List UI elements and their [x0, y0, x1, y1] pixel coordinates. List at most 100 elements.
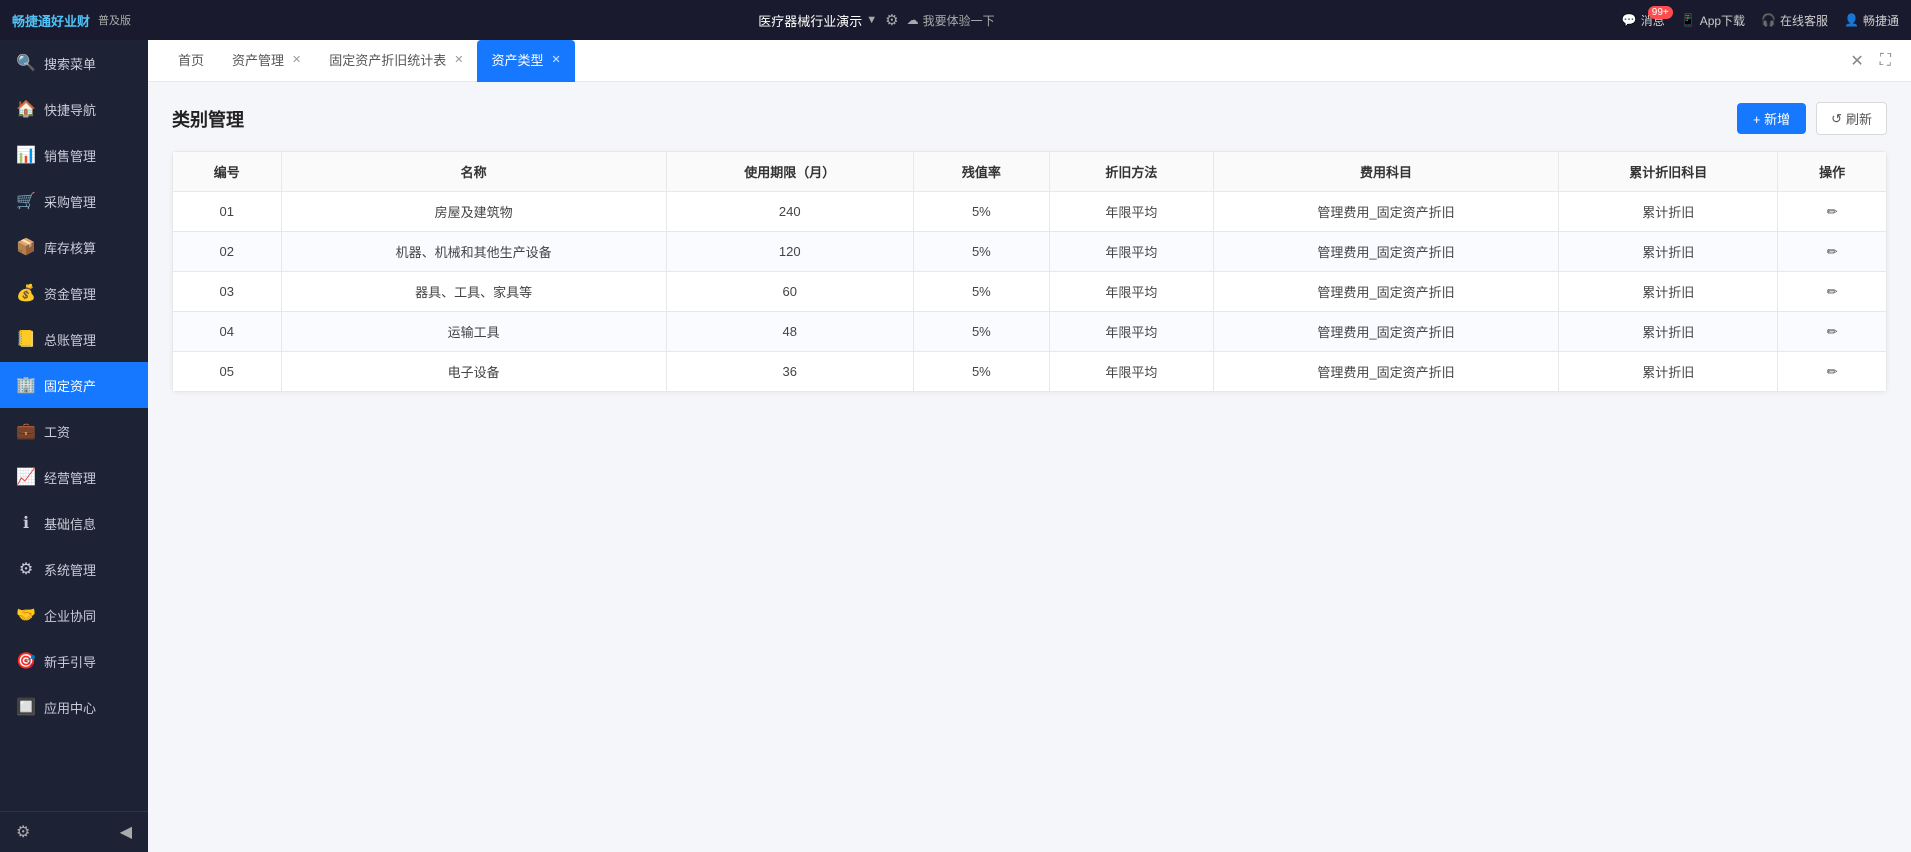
- table-row: 04运输工具485%年限平均管理费用_固定资产折旧累计折旧✏: [173, 312, 1887, 352]
- page-content: 类别管理 + 新增 ↺ 刷新 编号名称使用期限（月）残值率折旧方法费用科目累计折…: [148, 82, 1911, 852]
- table-header: 编号名称使用期限（月）残值率折旧方法费用科目累计折旧科目操作: [173, 152, 1887, 192]
- close-tab-button[interactable]: ✕: [1846, 47, 1867, 75]
- sidebar-item-basic-info[interactable]: ℹ 基础信息: [0, 500, 148, 546]
- cell-r4-c5[interactable]: 管理费用_固定资产折旧: [1213, 352, 1558, 392]
- tab-label-asset-type: 资产类型: [491, 50, 543, 69]
- cell-r2-c0[interactable]: 03: [173, 272, 282, 312]
- maximize-button[interactable]: ⛶: [1876, 48, 1895, 74]
- table-body: 01房屋及建筑物2405%年限平均管理费用_固定资产折旧累计折旧✏02机器、机械…: [173, 192, 1887, 392]
- phone-icon: 📱: [1681, 13, 1696, 27]
- cell-r2-c5[interactable]: 管理费用_固定资产折旧: [1213, 272, 1558, 312]
- sidebar-icon-quick-nav: 🏠: [16, 99, 36, 119]
- col-header-3: 残值率: [913, 152, 1049, 192]
- sidebar-bottom: ⚙ ◀: [0, 811, 148, 852]
- company-selector[interactable]: 医疗器械行业演示 ▼: [758, 11, 877, 30]
- app-download-button[interactable]: 📱 App下载: [1681, 12, 1745, 29]
- cell-r3-c6[interactable]: 累计折旧: [1559, 312, 1778, 352]
- cell-r2-c6[interactable]: 累计折旧: [1559, 272, 1778, 312]
- tab-label-home: 首页: [178, 50, 204, 69]
- cell-r3-c5[interactable]: 管理费用_固定资产折旧: [1213, 312, 1558, 352]
- tab-close-depreciation-table[interactable]: ✕: [454, 53, 463, 66]
- sidebar-label-operations: 经营管理: [44, 468, 96, 487]
- cell-r1-c5[interactable]: 管理费用_固定资产折旧: [1213, 232, 1558, 272]
- cell-r0-c5[interactable]: 管理费用_固定资产折旧: [1213, 192, 1558, 232]
- top-bar-right: 💬 消息 99+ 📱 App下载 🎧 在线客服 👤 畅捷通: [1622, 12, 1899, 29]
- tab-home[interactable]: 首页: [164, 40, 218, 82]
- col-header-7: 操作: [1778, 152, 1887, 192]
- cell-r2-c7[interactable]: ✏: [1778, 272, 1887, 312]
- experience-button[interactable]: ☁ 我要体验一下: [907, 12, 995, 29]
- tab-asset-type[interactable]: 资产类型 ✕: [477, 40, 574, 82]
- cell-r3-c7[interactable]: ✏: [1778, 312, 1887, 352]
- app-download-label: App下载: [1700, 12, 1745, 29]
- cell-r4-c0[interactable]: 05: [173, 352, 282, 392]
- message-button[interactable]: 💬 消息 99+: [1622, 12, 1665, 29]
- sidebar-item-payroll[interactable]: 💼 工资: [0, 408, 148, 454]
- cell-r1-c1: 机器、机械和其他生产设备: [281, 232, 666, 272]
- page-header: 类别管理 + 新增 ↺ 刷新: [172, 102, 1887, 135]
- sidebar-collapse-icon[interactable]: ◀: [120, 822, 132, 842]
- cell-r0-c7[interactable]: ✏: [1778, 192, 1887, 232]
- refresh-icon: ↺: [1831, 111, 1842, 127]
- sidebar-settings-icon[interactable]: ⚙: [16, 822, 30, 842]
- sidebar-nav: 🔍 搜索菜单 🏠 快捷导航 📊 销售管理 🛒 采购管理 📦 库存核算 💰 资金管…: [0, 40, 148, 811]
- cell-r3-c3: 5%: [913, 312, 1049, 352]
- table-row: 02机器、机械和其他生产设备1205%年限平均管理费用_固定资产折旧累计折旧✏: [173, 232, 1887, 272]
- new-button[interactable]: + 新增: [1737, 103, 1806, 134]
- sidebar-label-ledger: 总账管理: [44, 330, 96, 349]
- data-table: 编号名称使用期限（月）残值率折旧方法费用科目累计折旧科目操作 01房屋及建筑物2…: [172, 151, 1887, 392]
- sidebar-label-fixed-assets: 固定资产: [44, 376, 96, 395]
- cell-r4-c2: 36: [666, 352, 913, 392]
- sidebar-label-basic-info: 基础信息: [44, 514, 96, 533]
- sidebar-item-capital[interactable]: 💰 资金管理: [0, 270, 148, 316]
- tab-depreciation-table[interactable]: 固定资产折旧统计表 ✕: [315, 40, 477, 82]
- cell-r1-c2: 120: [666, 232, 913, 272]
- cell-r2-c2: 60: [666, 272, 913, 312]
- cell-r4-c3: 5%: [913, 352, 1049, 392]
- sidebar-item-enterprise[interactable]: 🤝 企业协同: [0, 592, 148, 638]
- sidebar-label-guide: 新手引导: [44, 652, 96, 671]
- sidebar-item-system[interactable]: ⚙ 系统管理: [0, 546, 148, 592]
- cloud-icon: ☁: [907, 13, 919, 27]
- sidebar-label-capital: 资金管理: [44, 284, 96, 303]
- tab-close-asset-management[interactable]: ✕: [292, 53, 301, 66]
- user-button[interactable]: 👤 畅捷通: [1844, 12, 1899, 29]
- cell-r4-c1: 电子设备: [281, 352, 666, 392]
- refresh-button[interactable]: ↺ 刷新: [1816, 102, 1887, 135]
- cell-r4-c7[interactable]: ✏: [1778, 352, 1887, 392]
- cell-r1-c0[interactable]: 02: [173, 232, 282, 272]
- sidebar-icon-guide: 🎯: [16, 651, 36, 671]
- tab-bar: 首页资产管理✕ 固定资产折旧统计表 ✕ 资产类型 ✕ ✕ ⛶: [148, 40, 1911, 82]
- sidebar-label-payroll: 工资: [44, 422, 70, 441]
- settings-icon[interactable]: ⚙: [885, 11, 898, 29]
- sidebar-icon-app-center: 🔲: [16, 697, 36, 717]
- cell-r0-c1: 房屋及建筑物: [281, 192, 666, 232]
- cell-r3-c0[interactable]: 04: [173, 312, 282, 352]
- sidebar-item-purchase[interactable]: 🛒 采购管理: [0, 178, 148, 224]
- cell-r1-c7[interactable]: ✏: [1778, 232, 1887, 272]
- tab-close-asset-type[interactable]: ✕: [552, 53, 561, 66]
- cell-r1-c6[interactable]: 累计折旧: [1559, 232, 1778, 272]
- sidebar-item-search[interactable]: 🔍 搜索菜单: [0, 40, 148, 86]
- sidebar-item-fixed-assets[interactable]: 🏢 固定资产: [0, 362, 148, 408]
- sidebar-item-guide[interactable]: 🎯 新手引导: [0, 638, 148, 684]
- col-header-5: 费用科目: [1213, 152, 1558, 192]
- cell-r0-c6[interactable]: 累计折旧: [1559, 192, 1778, 232]
- sidebar-item-operations[interactable]: 📈 经营管理: [0, 454, 148, 500]
- cell-r4-c6[interactable]: 累计折旧: [1559, 352, 1778, 392]
- cell-r0-c4: 年限平均: [1049, 192, 1213, 232]
- top-bar: 畅捷通好业财 普及版 医疗器械行业演示 ▼ ⚙ ☁ 我要体验一下 💬 消息 99…: [0, 0, 1911, 40]
- col-header-6: 累计折旧科目: [1559, 152, 1778, 192]
- sidebar-item-quick-nav[interactable]: 🏠 快捷导航: [0, 86, 148, 132]
- online-service-button[interactable]: 🎧 在线客服: [1761, 12, 1828, 29]
- sidebar-item-inventory[interactable]: 📦 库存核算: [0, 224, 148, 270]
- user-label: 畅捷通: [1863, 12, 1899, 29]
- tab-asset-management[interactable]: 资产管理✕: [218, 40, 315, 82]
- sidebar-icon-operations: 📈: [16, 467, 36, 487]
- sidebar-item-app-center[interactable]: 🔲 应用中心: [0, 684, 148, 730]
- sidebar-icon-basic-info: ℹ: [16, 513, 36, 533]
- sidebar-item-ledger[interactable]: 📒 总账管理: [0, 316, 148, 362]
- tab-label-depreciation-table: 固定资产折旧统计表: [329, 50, 446, 69]
- sidebar-item-sales[interactable]: 📊 销售管理: [0, 132, 148, 178]
- cell-r0-c0[interactable]: 01: [173, 192, 282, 232]
